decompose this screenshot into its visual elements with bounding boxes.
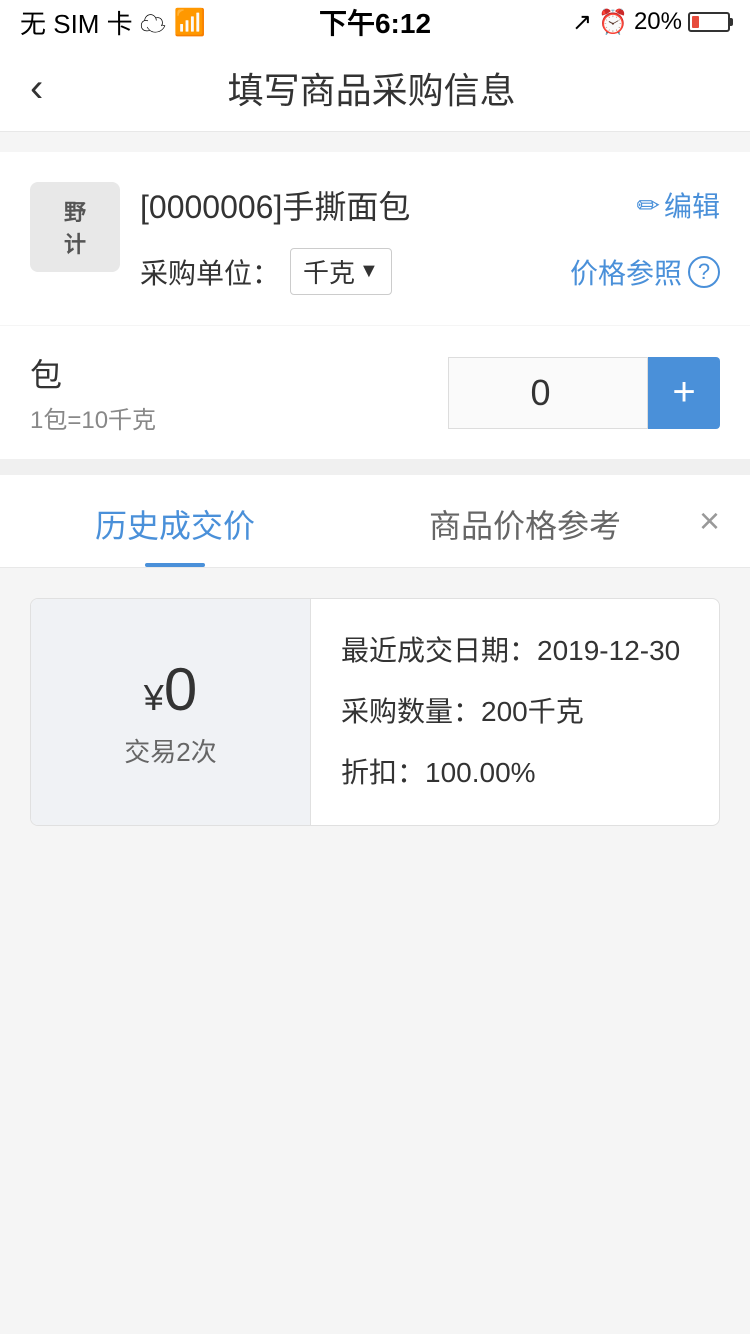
dropdown-icon: ▼	[359, 260, 379, 283]
back-button[interactable]: ‹	[30, 68, 43, 108]
logo-bottom: 计	[64, 227, 86, 259]
price-ref-help-icon: ?	[688, 256, 720, 288]
quantity-unit-name: 包	[30, 350, 156, 396]
location-icon: ↗	[572, 8, 592, 37]
battery-icon	[688, 12, 730, 32]
page-title: 填写商品采购信息	[63, 62, 680, 114]
tab-history-price[interactable]: 历史成交价	[0, 475, 350, 567]
product-section: 野 计 [0000006]手撕面包 ✏ 编辑 采购单位： 千克 ▼	[0, 152, 750, 325]
product-header: [0000006]手撕面包 ✏ 编辑	[140, 182, 720, 228]
detail-qty-value: 200千克	[481, 696, 584, 727]
unit-label: 采购单位：	[140, 252, 280, 292]
quantity-control: +	[448, 357, 720, 429]
wifi-icon: 📶	[174, 7, 206, 38]
unit-selector[interactable]: 千克 ▼	[290, 248, 392, 295]
alarm-icon: ⏰	[598, 8, 628, 37]
price-card: ¥0 交易2次 最近成交日期：2019-12-30 采购数量：200千克 折扣：…	[30, 598, 720, 826]
product-name: [0000006]手撕面包	[140, 182, 410, 228]
price-ref-label: 价格参照	[570, 252, 682, 292]
quantity-plus-button[interactable]: +	[648, 357, 720, 429]
quantity-section: 包 1包=10千克 +	[0, 326, 750, 459]
tab-bar: 历史成交价 商品价格参考 ×	[0, 475, 750, 568]
tab-history-label: 历史成交价	[95, 508, 255, 544]
divider	[0, 459, 750, 475]
unit-value: 千克	[303, 253, 355, 290]
detail-qty-label: 采购数量：	[341, 696, 481, 727]
price-card-right: 最近成交日期：2019-12-30 采购数量：200千克 折扣：100.00%	[311, 599, 719, 825]
price-detail-qty: 采购数量：200千克	[341, 690, 689, 735]
detail-discount-value: 100.00%	[425, 757, 536, 788]
content-area: ¥0 交易2次 最近成交日期：2019-12-30 采购数量：200千克 折扣：…	[0, 568, 750, 968]
tab-priceref-label: 商品价格参考	[429, 508, 621, 544]
edit-button[interactable]: ✏ 编辑	[637, 185, 720, 225]
product-unit-row: 采购单位： 千克 ▼ 价格参照 ?	[140, 248, 720, 295]
status-right: ↗ ⏰ 20%	[572, 8, 730, 37]
status-left: 无 SIM 卡 ☁ 📶	[20, 4, 206, 41]
price-currency: ¥	[144, 677, 164, 718]
price-detail-discount: 折扣：100.00%	[341, 751, 689, 796]
tab-price-ref[interactable]: 商品价格参考	[350, 475, 700, 567]
price-value: 0	[164, 656, 197, 723]
status-time: 下午6:12	[319, 2, 431, 42]
quantity-label: 包 1包=10千克	[30, 350, 156, 435]
detail-discount-label: 折扣：	[341, 757, 425, 788]
no-sim-label: 无 SIM 卡 ☁	[20, 4, 166, 41]
product-title: 手撕面包	[282, 189, 410, 225]
nav-bar: ‹ 填写商品采购信息	[0, 44, 750, 132]
product-logo: 野 计	[30, 182, 120, 272]
price-trade-count: 交易2次	[124, 732, 216, 769]
price-card-left: ¥0 交易2次	[31, 599, 311, 825]
quantity-unit-convert: 1包=10千克	[30, 400, 156, 435]
tab-close-button[interactable]: ×	[689, 490, 730, 552]
product-id: [0000006]	[140, 189, 282, 225]
price-detail-date: 最近成交日期：2019-12-30	[341, 629, 689, 674]
product-row: 野 计 [0000006]手撕面包 ✏ 编辑 采购单位： 千克 ▼	[30, 182, 720, 295]
product-info: [0000006]手撕面包 ✏ 编辑 采购单位： 千克 ▼ 价格参照 ?	[140, 182, 720, 295]
price-ref-button[interactable]: 价格参照 ?	[570, 252, 720, 292]
detail-date-value: 2019-12-30	[537, 635, 680, 666]
edit-icon: ✏	[637, 189, 660, 222]
price-amount: ¥0	[144, 655, 197, 724]
detail-date-label: 最近成交日期：	[341, 635, 537, 666]
logo-top: 野	[64, 195, 86, 227]
battery-percent: 20%	[634, 8, 682, 36]
status-bar: 无 SIM 卡 ☁ 📶 下午6:12 ↗ ⏰ 20%	[0, 0, 750, 44]
product-unit-left: 采购单位： 千克 ▼	[140, 248, 392, 295]
edit-label: 编辑	[664, 185, 720, 225]
quantity-input[interactable]	[448, 357, 648, 429]
